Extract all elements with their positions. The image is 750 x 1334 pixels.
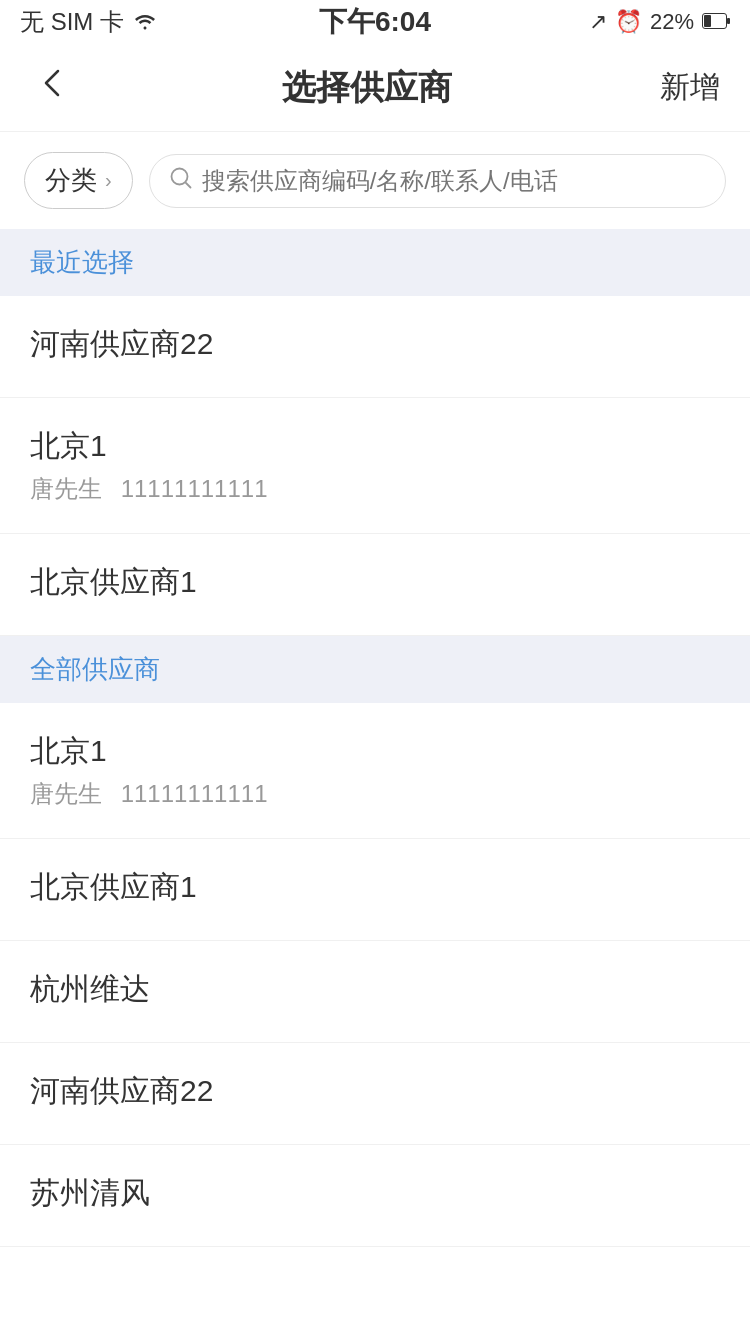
- svg-rect-2: [727, 18, 730, 24]
- list-item[interactable]: 河南供应商22: [0, 1043, 750, 1145]
- search-wrapper: [149, 154, 726, 208]
- time-display: 下午6:04: [319, 3, 431, 41]
- wifi-icon: [134, 8, 156, 36]
- item-name: 北京供应商1: [30, 867, 720, 908]
- item-detail: 唐先生 11111111111: [30, 778, 720, 810]
- alarm-icon: ⏰: [615, 9, 642, 35]
- status-right: ↗ ⏰ 22%: [589, 9, 730, 35]
- search-input[interactable]: [202, 167, 705, 195]
- item-contact: 唐先生: [30, 475, 102, 502]
- item-name: 北京1: [30, 731, 720, 772]
- item-contact: 唐先生: [30, 780, 102, 807]
- item-name: 河南供应商22: [30, 324, 720, 365]
- list-item[interactable]: 北京供应商1: [0, 534, 750, 636]
- location-icon: ↗: [589, 9, 607, 35]
- status-left: 无 SIM 卡: [20, 6, 156, 38]
- page-title: 选择供应商: [282, 65, 452, 111]
- item-name: 北京供应商1: [30, 562, 720, 603]
- item-name: 杭州维达: [30, 969, 720, 1010]
- search-icon: [170, 167, 192, 195]
- all-section-header: 全部供应商: [0, 636, 750, 703]
- list-item[interactable]: 北京供应商1: [0, 839, 750, 941]
- all-section-label: 全部供应商: [30, 654, 160, 684]
- list-item[interactable]: 北京1 唐先生 11111111111: [0, 703, 750, 839]
- recent-section-header: 最近选择: [0, 229, 750, 296]
- recent-list: 河南供应商22 北京1 唐先生 11111111111 北京供应商1: [0, 296, 750, 636]
- add-button[interactable]: 新增: [660, 67, 720, 108]
- list-item[interactable]: 河南供应商22: [0, 296, 750, 398]
- list-item[interactable]: 苏州清风: [0, 1145, 750, 1247]
- recent-section-label: 最近选择: [30, 247, 134, 277]
- svg-point-3: [171, 168, 187, 184]
- item-name: 北京1: [30, 426, 720, 467]
- carrier-text: 无 SIM 卡: [20, 6, 124, 38]
- category-button[interactable]: 分类 ›: [24, 152, 133, 209]
- category-label: 分类: [45, 163, 97, 198]
- svg-rect-1: [704, 15, 711, 27]
- list-item[interactable]: 北京1 唐先生 11111111111: [0, 398, 750, 534]
- battery-text: 22%: [650, 9, 694, 35]
- item-detail: 唐先生 11111111111: [30, 473, 720, 505]
- battery-icon: [702, 9, 730, 35]
- item-name: 河南供应商22: [30, 1071, 720, 1112]
- chevron-right-icon: ›: [105, 169, 112, 192]
- search-bar: 分类 ›: [0, 132, 750, 229]
- nav-bar: 选择供应商 新增: [0, 44, 750, 132]
- status-bar: 无 SIM 卡 下午6:04 ↗ ⏰ 22%: [0, 0, 750, 44]
- item-name: 苏州清风: [30, 1173, 720, 1214]
- list-item[interactable]: 杭州维达: [0, 941, 750, 1043]
- item-phone: 11111111111: [121, 780, 268, 807]
- item-phone: 11111111111: [121, 475, 268, 502]
- back-button[interactable]: [30, 53, 74, 122]
- all-list: 北京1 唐先生 11111111111 北京供应商1 杭州维达河南供应商22 苏州清…: [0, 703, 750, 1247]
